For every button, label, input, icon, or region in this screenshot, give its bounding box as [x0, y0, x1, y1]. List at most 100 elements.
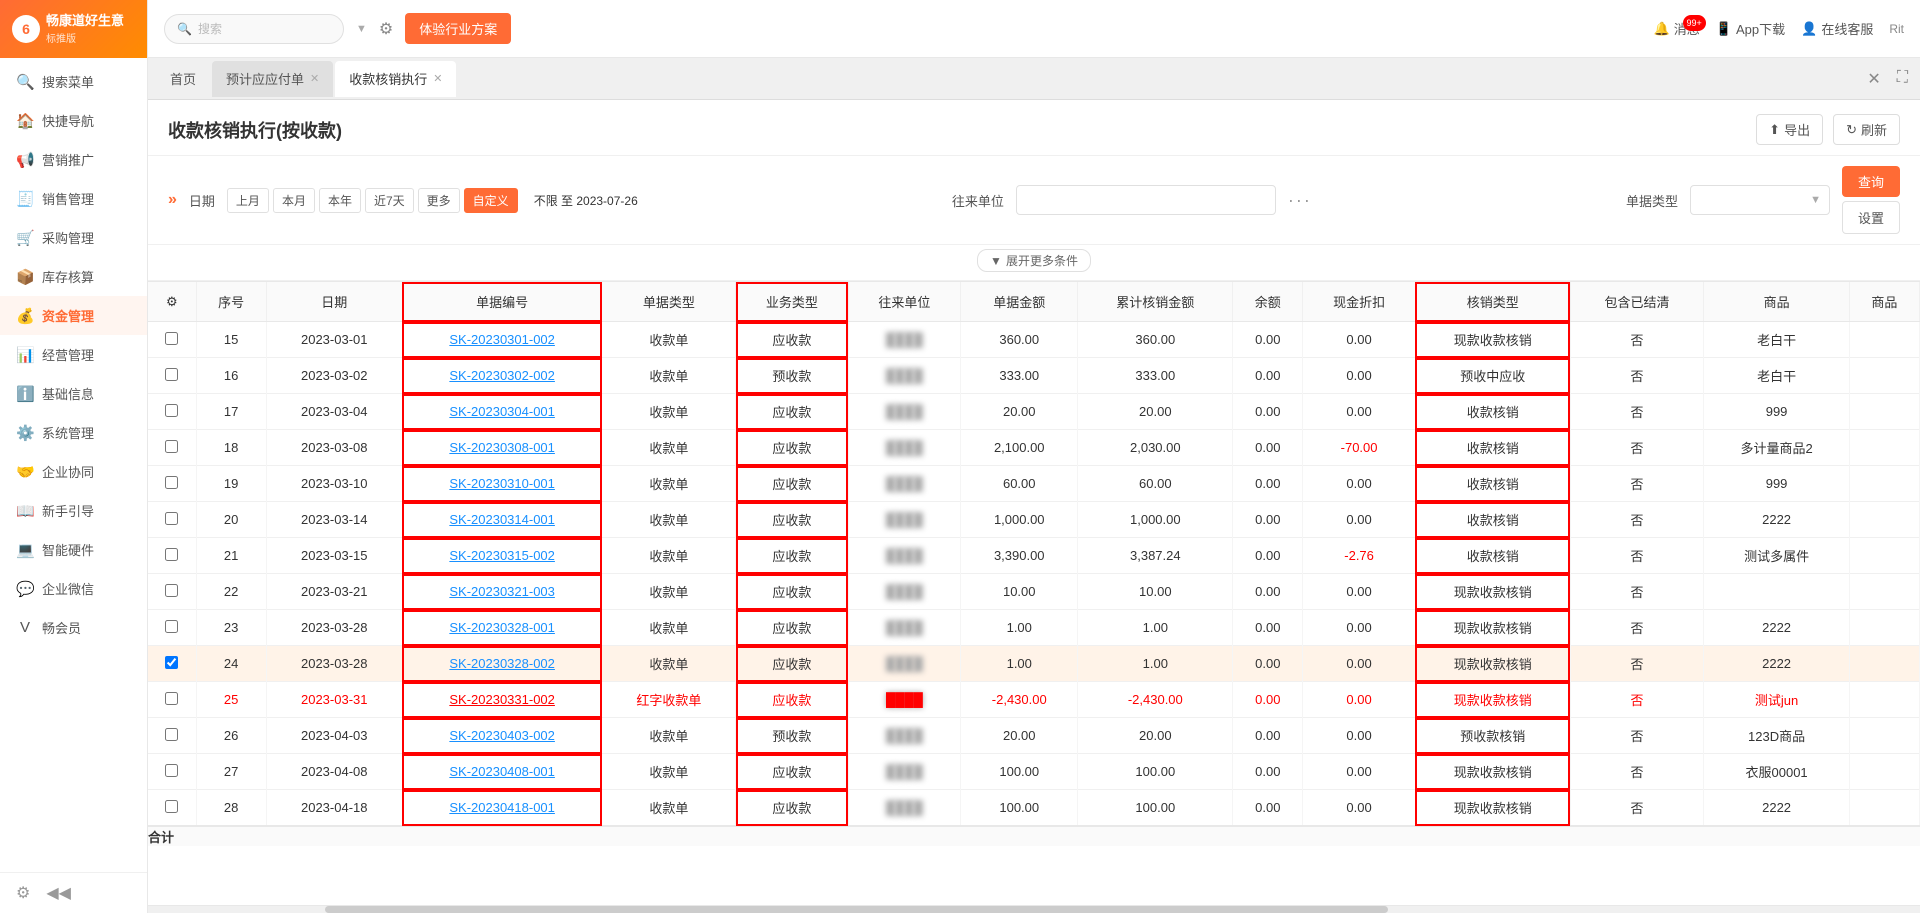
table-cell: ████ — [848, 322, 960, 358]
collapse-icon[interactable]: ◀◀ — [46, 883, 71, 903]
topbar-search-box[interactable]: 🔍 搜索 — [164, 14, 344, 44]
table-cell: 3,390.00 — [961, 538, 1078, 574]
expand-icon: ▼ — [990, 254, 1002, 268]
last-month-btn[interactable]: 上月 — [227, 188, 269, 213]
voucher-no-cell[interactable]: SK-20230328-002 — [402, 646, 602, 682]
voucher-no-cell[interactable]: SK-20230302-002 — [402, 358, 602, 394]
sidebar-item-operations[interactable]: 📊 经营管理 — [0, 335, 147, 374]
settings-icon[interactable]: ⚙ — [16, 883, 30, 903]
table-cell: 否 — [1570, 610, 1704, 646]
voucher-no-cell[interactable]: SK-20230304-001 — [402, 394, 602, 430]
row-checkbox[interactable] — [165, 512, 178, 525]
more-date-btn[interactable]: 更多 — [418, 188, 460, 213]
voucher-no-cell[interactable]: SK-20230403-002 — [402, 718, 602, 754]
row-checkbox[interactable] — [165, 656, 178, 669]
app-download-button[interactable]: 📱 App下载 — [1716, 19, 1785, 38]
row-checkbox[interactable] — [165, 692, 178, 705]
row-checkbox[interactable] — [165, 620, 178, 633]
sidebar-item-guide[interactable]: 📖 新手引导 — [0, 491, 147, 530]
sidebar-item-sales[interactable]: 🧾 销售管理 — [0, 179, 147, 218]
table-cell — [148, 610, 196, 646]
row-checkbox[interactable] — [165, 764, 178, 777]
messages-button[interactable]: 🔔 消息 99+ — [1654, 19, 1700, 38]
sidebar-item-hardware[interactable]: 💻 智能硬件 — [0, 530, 147, 569]
voucher-no-cell[interactable]: SK-20230308-001 — [402, 430, 602, 466]
row-checkbox[interactable] — [165, 476, 178, 489]
voucher-no-cell[interactable]: SK-20230314-001 — [402, 502, 602, 538]
this-year-btn[interactable]: 本年 — [319, 188, 361, 213]
online-service-button[interactable]: 👤 在线客服 — [1801, 19, 1873, 38]
tab-writeoff-close[interactable]: ✕ — [433, 72, 442, 85]
query-button[interactable]: 查询 — [1842, 166, 1900, 197]
row-checkbox[interactable] — [165, 584, 178, 597]
tab-prepayment-close[interactable]: ✕ — [310, 72, 319, 85]
voucher-no-cell[interactable]: SK-20230331-002 — [402, 682, 602, 718]
table-cell: 收款单 — [602, 790, 736, 827]
voucher-no-cell[interactable]: SK-20230301-002 — [402, 322, 602, 358]
filter-settings-button[interactable]: 设置 — [1842, 201, 1900, 234]
last-7days-btn[interactable]: 近7天 — [365, 188, 414, 213]
table-cell: 红字收款单 — [602, 682, 736, 718]
table-cell: 收款单 — [602, 322, 736, 358]
sidebar-item-member[interactable]: V 畅会员 — [0, 608, 147, 647]
table-cell: 收款单 — [602, 610, 736, 646]
row-checkbox[interactable] — [165, 800, 178, 813]
custom-date-btn[interactable]: 自定义 — [464, 188, 518, 213]
row-checkbox[interactable] — [165, 368, 178, 381]
sidebar-item-search[interactable]: 🔍 搜索菜单 — [0, 62, 147, 101]
voucher-no-cell[interactable]: SK-20230328-001 — [402, 610, 602, 646]
sidebar-item-inventory[interactable]: 📦 库存核算 — [0, 257, 147, 296]
sidebar-item-label: 智能硬件 — [42, 540, 94, 559]
expand-filter-button[interactable]: ▼ 展开更多条件 — [977, 249, 1091, 272]
sidebar-item-purchase[interactable]: 🛒 采购管理 — [0, 218, 147, 257]
sidebar-item-label: 搜索菜单 — [42, 72, 94, 91]
table-cell: ████ — [848, 646, 960, 682]
sidebar-bottom: ⚙ ◀◀ — [0, 872, 147, 913]
maximize-icon[interactable]: ⛶ — [1893, 65, 1912, 93]
refresh-button[interactable]: ↻ 刷新 — [1833, 114, 1900, 145]
service-icon: 👤 — [1801, 21, 1817, 37]
table-cell: 1,000.00 — [961, 502, 1078, 538]
tab-home[interactable]: 首页 — [156, 61, 210, 97]
voucher-no-cell[interactable]: SK-20230310-001 — [402, 466, 602, 502]
tab-writeoff[interactable]: 收款核销执行 ✕ — [335, 61, 456, 97]
sidebar-item-wechat[interactable]: 💬 企业微信 — [0, 569, 147, 608]
wechat-icon: 💬 — [16, 580, 34, 598]
sidebar-item-collab[interactable]: 🤝 企业协同 — [0, 452, 147, 491]
horizontal-scrollbar[interactable] — [148, 905, 1920, 913]
tab-prepayment[interactable]: 预计应应付单 ✕ — [212, 61, 333, 97]
col-config[interactable]: ⚙ — [148, 282, 196, 322]
row-checkbox[interactable] — [165, 548, 178, 561]
sidebar-item-basic[interactable]: ℹ️ 基础信息 — [0, 374, 147, 413]
table-cell — [1849, 682, 1919, 718]
sidebar-item-finance[interactable]: 💰 资金管理 — [0, 296, 147, 335]
sidebar-item-marketing[interactable]: 📢 营销推广 — [0, 140, 147, 179]
row-checkbox[interactable] — [165, 404, 178, 417]
sidebar-item-label: 销售管理 — [42, 189, 94, 208]
biz-type-cell: 应收款 — [736, 646, 848, 682]
table-cell: 2023-03-14 — [266, 502, 402, 538]
voucher-no-cell[interactable]: SK-20230418-001 — [402, 790, 602, 827]
voucher-no-cell[interactable]: SK-20230315-002 — [402, 538, 602, 574]
filter-toggle-button[interactable]: » — [168, 191, 177, 209]
voucher-type-select[interactable]: ▼ — [1690, 185, 1830, 215]
gear-icon[interactable]: ⚙ — [379, 19, 393, 39]
row-checkbox[interactable] — [165, 332, 178, 345]
row-checkbox[interactable] — [165, 440, 178, 453]
table-container[interactable]: ⚙ 序号 日期 单据编号 单据类型 业务类型 往来单位 单据金额 累计核销金额 … — [148, 281, 1920, 905]
row-checkbox[interactable] — [165, 728, 178, 741]
solution-button[interactable]: 体验行业方案 — [405, 13, 511, 44]
sidebar-item-quick-nav[interactable]: 🏠 快捷导航 — [0, 101, 147, 140]
table-cell: 收款单 — [602, 466, 736, 502]
sidebar-item-system[interactable]: ⚙️ 系统管理 — [0, 413, 147, 452]
table-cell: ████ — [848, 574, 960, 610]
close-tab-icon[interactable]: ✕ — [1863, 65, 1884, 93]
partner-filter-input[interactable] — [1016, 185, 1276, 215]
voucher-no-cell[interactable]: SK-20230408-001 — [402, 754, 602, 790]
voucher-no-cell[interactable]: SK-20230321-003 — [402, 574, 602, 610]
this-month-btn[interactable]: 本月 — [273, 188, 315, 213]
table-cell: 收款单 — [602, 538, 736, 574]
export-button[interactable]: ⬆ 导出 — [1756, 114, 1823, 145]
table-cell: 测试多属件 — [1704, 538, 1849, 574]
table-row: 202023-03-14SK-20230314-001收款单应收款████1,0… — [148, 502, 1920, 538]
